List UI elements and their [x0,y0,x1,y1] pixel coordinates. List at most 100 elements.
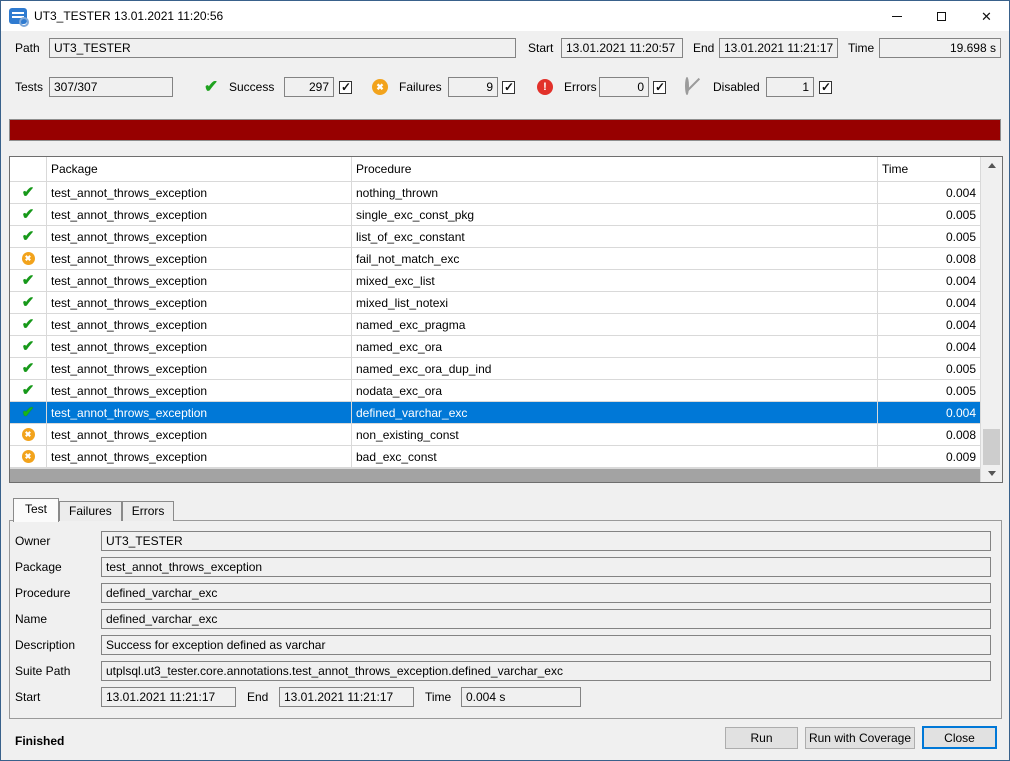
cell-package: test_annot_throws_exception [47,336,352,357]
tests-field[interactable]: 307/307 [49,77,173,97]
name-label: Name [15,609,47,629]
cell-time: 0.004 [878,314,980,335]
cell-time: 0.005 [878,358,980,379]
cell-package: test_annot_throws_exception [47,424,352,445]
detail-end-field[interactable]: 13.01.2021 11:21:17 [279,687,414,707]
table-row[interactable]: test_annot_throws_exception mixed_list_n… [10,292,980,314]
name-field[interactable]: defined_varchar_exc [101,609,991,629]
row-status-icon [22,384,35,398]
cell-package: test_annot_throws_exception [47,358,352,379]
detail-start-label: Start [15,687,40,707]
cell-procedure: named_exc_pragma [352,314,878,335]
row-status-icon [22,230,35,244]
table-row[interactable]: test_annot_throws_exception single_exc_c… [10,204,980,226]
cell-package: test_annot_throws_exception [47,292,352,313]
success-filter-checkbox[interactable] [339,81,352,94]
scroll-up-button[interactable] [981,157,1002,174]
vertical-scrollbar[interactable] [980,157,1002,482]
scroll-down-button[interactable] [981,465,1002,482]
results-table: Package Procedure Time test_annot_throws… [9,156,1003,483]
no-entry-icon [685,77,689,95]
scroll-track[interactable] [981,174,1002,465]
row-status-icon [22,340,35,354]
table-row[interactable]: test_annot_throws_exception named_exc_or… [10,358,980,380]
table-row[interactable]: test_annot_throws_exception non_existing… [10,424,980,446]
cell-package: test_annot_throws_exception [47,270,352,291]
cell-procedure: single_exc_const_pkg [352,204,878,225]
run-time-field[interactable]: 19.698 s [879,38,1001,58]
errors-count-field[interactable]: 0 [599,77,649,97]
table-row[interactable]: test_annot_throws_exception bad_exc_cons… [10,446,980,468]
path-field[interactable]: UT3_TESTER [49,38,516,58]
scroll-thumb[interactable] [983,429,1000,465]
minimize-button[interactable] [874,1,919,31]
chevron-down-icon [988,471,996,476]
errors-filter-checkbox[interactable] [653,81,666,94]
cell-time: 0.008 [878,248,980,269]
close-dialog-button[interactable]: Close [922,726,997,749]
disabled-count-field[interactable]: 1 [766,77,814,97]
status-text: Finished [15,734,64,748]
cell-time: 0.004 [878,270,980,291]
cell-procedure: bad_exc_const [352,446,878,467]
cell-time: 0.004 [878,336,980,357]
app-icon [9,8,27,24]
tab-errors[interactable]: Errors [122,501,175,521]
detail-tabs: Test Failures Errors [13,497,174,521]
failure-x-icon: ✖ [372,79,388,95]
row-status-icon [22,274,35,288]
owner-field[interactable]: UT3_TESTER [101,531,991,551]
suite-path-label: Suite Path [15,661,70,681]
success-label: Success [229,77,274,97]
cell-time: 0.004 [878,182,980,203]
cell-time: 0.005 [878,380,980,401]
success-count-field[interactable]: 297 [284,77,334,97]
cell-procedure: named_exc_ora [352,336,878,357]
description-field[interactable]: Success for exception defined as varchar [101,635,991,655]
chevron-up-icon [988,163,996,168]
table-row[interactable]: test_annot_throws_exception named_exc_or… [10,336,980,358]
table-row-selected[interactable]: test_annot_throws_exception defined_varc… [10,402,980,424]
failures-count-field[interactable]: 9 [448,77,498,97]
failures-label: Failures [399,77,442,97]
package-label: Package [15,557,62,577]
table-row[interactable]: test_annot_throws_exception mixed_exc_li… [10,270,980,292]
table-row[interactable]: test_annot_throws_exception list_of_exc_… [10,226,980,248]
run-button[interactable]: Run [725,727,798,749]
run-with-coverage-button[interactable]: Run with Coverage [805,727,915,749]
cell-procedure: named_exc_ora_dup_ind [352,358,878,379]
run-end-field[interactable]: 13.01.2021 11:21:17 [719,38,838,58]
header-procedure: Procedure [352,157,878,181]
row-status-icon [22,450,35,463]
error-bang-icon: ! [537,79,553,95]
close-button[interactable]: ✕ [964,1,1009,31]
window-title: UT3_TESTER 13.01.2021 11:20:56 [34,9,223,23]
progress-fill [10,120,1000,140]
table-row[interactable]: test_annot_throws_exception nothing_thro… [10,182,980,204]
procedure-field[interactable]: defined_varchar_exc [101,583,991,603]
progress-bar [9,119,1001,141]
row-status-icon [22,406,35,420]
tab-failures[interactable]: Failures [59,501,122,521]
suite-path-field[interactable]: utplsql.ut3_tester.core.annotations.test… [101,661,991,681]
table-empty-area [10,468,980,482]
cell-package: test_annot_throws_exception [47,402,352,423]
cell-time: 0.004 [878,292,980,313]
table-row[interactable]: test_annot_throws_exception fail_not_mat… [10,248,980,270]
cell-procedure: defined_varchar_exc [352,402,878,423]
tab-test[interactable]: Test [13,498,59,522]
run-start-field[interactable]: 13.01.2021 11:20:57 [561,38,683,58]
header-time: Time [878,157,980,181]
minimize-icon [892,16,902,17]
cell-package: test_annot_throws_exception [47,182,352,203]
maximize-icon [937,12,946,21]
table-row[interactable]: test_annot_throws_exception named_exc_pr… [10,314,980,336]
detail-time-field[interactable]: 0.004 s [461,687,581,707]
detail-start-field[interactable]: 13.01.2021 11:21:17 [101,687,236,707]
table-row[interactable]: test_annot_throws_exception nodata_exc_o… [10,380,980,402]
failures-filter-checkbox[interactable] [502,81,515,94]
run-end-label: End [693,38,714,58]
disabled-filter-checkbox[interactable] [819,81,832,94]
maximize-button[interactable] [919,1,964,31]
package-field[interactable]: test_annot_throws_exception [101,557,991,577]
